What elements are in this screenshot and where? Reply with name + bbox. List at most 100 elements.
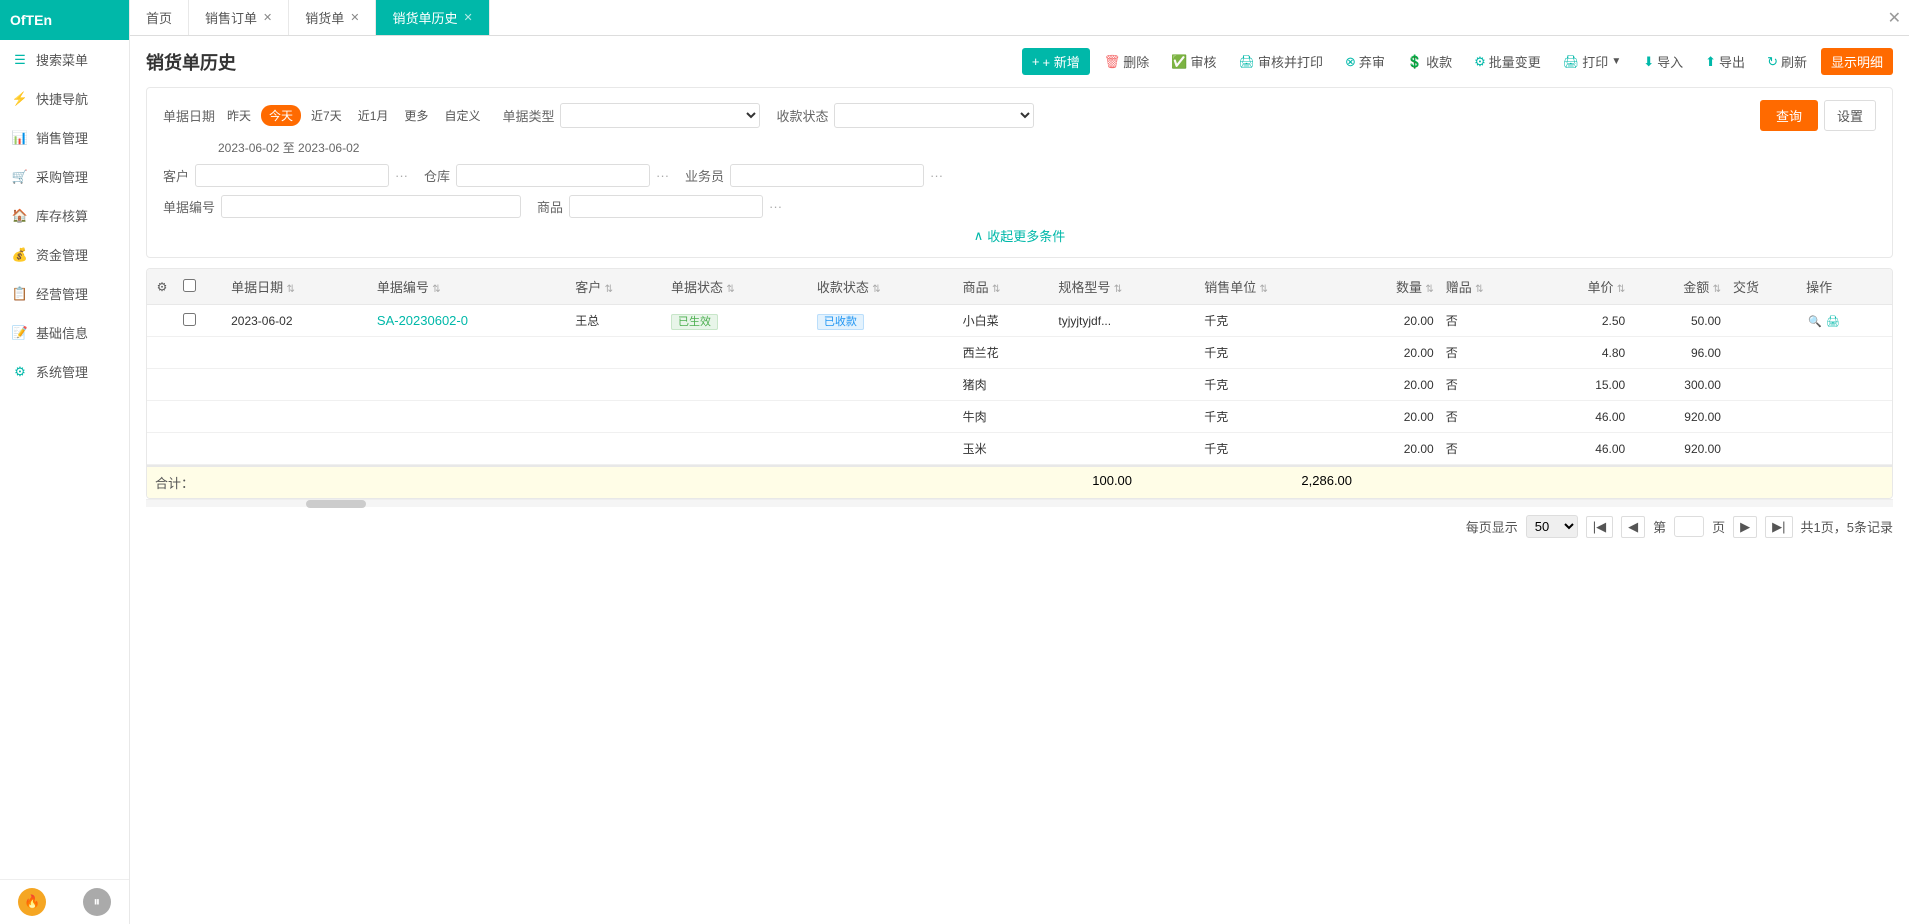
row-checkbox[interactable] bbox=[177, 401, 225, 433]
row-print-link[interactable]: 🖨 bbox=[1826, 316, 1840, 328]
col-gift[interactable]: 赠品 ⇅ bbox=[1440, 269, 1536, 305]
collapse-button[interactable]: ∧ 收起更多条件 bbox=[163, 226, 1876, 245]
sidebar-bottom-btn2[interactable]: ⏸ bbox=[83, 888, 111, 916]
tab-sales-history[interactable]: 销货单历史 ✕ bbox=[376, 0, 489, 35]
col-unit-price[interactable]: 单价 ⇅ bbox=[1535, 269, 1631, 305]
row-doc-no[interactable]: SA-20230602-0 bbox=[371, 305, 569, 337]
sidebar-item-finance[interactable]: 💰 资金管理 bbox=[0, 235, 129, 274]
horizontal-scrollbar[interactable] bbox=[146, 499, 1893, 507]
tab-sales-delivery-close[interactable]: ✕ bbox=[350, 11, 359, 24]
docno-input[interactable] bbox=[221, 195, 521, 218]
date-tab-today[interactable]: 今天 bbox=[261, 105, 301, 126]
col-doc-no[interactable]: 单据编号 ⇅ bbox=[371, 269, 569, 305]
staff-input[interactable] bbox=[730, 164, 924, 187]
first-page-button[interactable]: |◀ bbox=[1586, 516, 1613, 538]
sidebar-item-quick-nav[interactable]: ⚡ 快捷导航 bbox=[0, 79, 129, 118]
row-actions: 🔍🖨 bbox=[1800, 305, 1892, 337]
col-spec-type[interactable]: 规格型号 ⇅ bbox=[1052, 269, 1198, 305]
sidebar-item-basic-info[interactable]: 📝 基础信息 bbox=[0, 313, 129, 352]
page-size-select[interactable]: 50 100 200 bbox=[1526, 515, 1578, 538]
row-checkbox[interactable] bbox=[177, 433, 225, 465]
sidebar-item-operations[interactable]: 📋 经营管理 bbox=[0, 274, 129, 313]
date-tab-custom[interactable]: 自定义 bbox=[438, 105, 486, 126]
col-amount[interactable]: 金额 ⇅ bbox=[1631, 269, 1727, 305]
row-checkbox[interactable] bbox=[177, 305, 225, 337]
row-doc-no[interactable] bbox=[371, 337, 569, 369]
date-tab-yesterday[interactable]: 昨天 bbox=[221, 105, 257, 126]
col-settings[interactable]: ⚙ bbox=[147, 269, 177, 305]
date-tab-1month[interactable]: 近1月 bbox=[352, 105, 395, 126]
col-goods[interactable]: 商品 ⇅ bbox=[957, 269, 1053, 305]
row-doc-status: 已生效 bbox=[665, 305, 811, 337]
last-page-button[interactable]: ▶| bbox=[1765, 516, 1792, 538]
settings-button[interactable]: 设置 bbox=[1824, 100, 1876, 131]
col-checkbox[interactable] bbox=[177, 269, 225, 305]
collect-button[interactable]: 💲 收款 bbox=[1399, 48, 1460, 75]
search-menu-icon: ☰ bbox=[12, 52, 28, 68]
audit-button[interactable]: ✅ 审核 bbox=[1163, 48, 1224, 75]
docno-label: 单据编号 bbox=[163, 197, 215, 216]
tab-home[interactable]: 首页 bbox=[130, 0, 189, 35]
sidebar-item-system-mgmt[interactable]: ⚙ 系统管理 bbox=[0, 352, 129, 391]
tab-sales-order-close[interactable]: ✕ bbox=[263, 11, 272, 24]
staff-dots[interactable]: ··· bbox=[930, 168, 943, 183]
tab-sales-order[interactable]: 销售订单 ✕ bbox=[189, 0, 289, 35]
sort-doc-date-icon: ⇅ bbox=[286, 284, 294, 295]
next-page-button[interactable]: ▶ bbox=[1733, 516, 1757, 538]
payment-select[interactable] bbox=[834, 103, 1034, 128]
col-doc-status[interactable]: 单据状态 ⇅ bbox=[665, 269, 811, 305]
query-button[interactable]: 查询 bbox=[1760, 100, 1818, 131]
type-select[interactable] bbox=[560, 103, 760, 128]
sort-unit-price-icon: ⇅ bbox=[1617, 284, 1625, 295]
import-button[interactable]: ⬇ 导入 bbox=[1635, 48, 1691, 75]
export-button[interactable]: ⬆ 导出 bbox=[1697, 48, 1753, 75]
tab-sales-history-close[interactable]: ✕ bbox=[464, 11, 473, 24]
date-tab-7days[interactable]: 近7天 bbox=[305, 105, 348, 126]
warehouse-dots[interactable]: ··· bbox=[656, 168, 669, 183]
col-customer[interactable]: 客户 ⇅ bbox=[569, 269, 665, 305]
row-view-link[interactable]: 🔍 bbox=[1808, 316, 1822, 328]
col-qty[interactable]: 数量 ⇅ bbox=[1344, 269, 1440, 305]
prev-page-button[interactable]: ◀ bbox=[1621, 516, 1645, 538]
row-checkbox[interactable] bbox=[177, 337, 225, 369]
print-button[interactable]: 🖨 打印 ▼ bbox=[1555, 48, 1629, 75]
tab-sales-delivery[interactable]: 销货单 ✕ bbox=[289, 0, 376, 35]
sidebar-item-search-menu[interactable]: ☰ 搜索菜单 bbox=[0, 40, 129, 79]
tab-bar-close[interactable]: ✕ bbox=[1880, 8, 1909, 28]
filter-docno-item: 单据编号 bbox=[163, 195, 521, 218]
row-checkbox[interactable] bbox=[177, 369, 225, 401]
delete-button[interactable]: 🗑 删除 bbox=[1096, 48, 1158, 75]
row-exchange bbox=[1727, 305, 1800, 337]
add-button[interactable]: + + 新增 bbox=[1022, 48, 1090, 75]
row-doc-no[interactable] bbox=[371, 369, 569, 401]
select-all-checkbox[interactable] bbox=[183, 279, 196, 292]
col-exchange: 交货 bbox=[1727, 269, 1800, 305]
col-payment-status[interactable]: 收款状态 ⇅ bbox=[811, 269, 957, 305]
export-icon: ⬆ bbox=[1705, 54, 1716, 70]
date-tab-more[interactable]: 更多 bbox=[398, 105, 434, 126]
page-number-input[interactable]: 1 bbox=[1674, 516, 1704, 537]
goods-input[interactable] bbox=[569, 195, 763, 218]
refresh-button[interactable]: ↻ 刷新 bbox=[1759, 48, 1815, 75]
col-doc-date[interactable]: 单据日期 ⇅ bbox=[225, 269, 371, 305]
row-gift: 否 bbox=[1440, 433, 1536, 465]
audit-print-button[interactable]: 🖨 审核并打印 bbox=[1230, 48, 1331, 75]
row-doc-no[interactable] bbox=[371, 433, 569, 465]
sidebar-item-inventory[interactable]: 🏠 库存核算 bbox=[0, 196, 129, 235]
inventory-icon: 🏠 bbox=[12, 208, 28, 224]
sidebar-item-sales-mgmt[interactable]: 📊 销售管理 bbox=[0, 118, 129, 157]
sidebar-bottom-btn1[interactable]: 🔥 bbox=[18, 888, 46, 916]
sidebar-item-purchase-mgmt[interactable]: 🛒 采购管理 bbox=[0, 157, 129, 196]
display-detail-button[interactable]: 显示明细 bbox=[1821, 48, 1893, 75]
customer-input[interactable] bbox=[195, 164, 389, 187]
abandon-button[interactable]: ⊗ 弃审 bbox=[1337, 48, 1393, 75]
customer-dots[interactable]: ··· bbox=[395, 168, 408, 183]
row-select-checkbox[interactable] bbox=[183, 313, 196, 326]
row-settings bbox=[147, 369, 177, 401]
goods-dots[interactable]: ··· bbox=[769, 199, 782, 214]
payment-label: 收款状态 bbox=[776, 106, 828, 125]
col-sales-unit[interactable]: 销售单位 ⇅ bbox=[1198, 269, 1344, 305]
warehouse-input[interactable] bbox=[456, 164, 650, 187]
batch-change-button[interactable]: ⚙ 批量变更 bbox=[1466, 48, 1549, 75]
row-doc-no[interactable] bbox=[371, 401, 569, 433]
